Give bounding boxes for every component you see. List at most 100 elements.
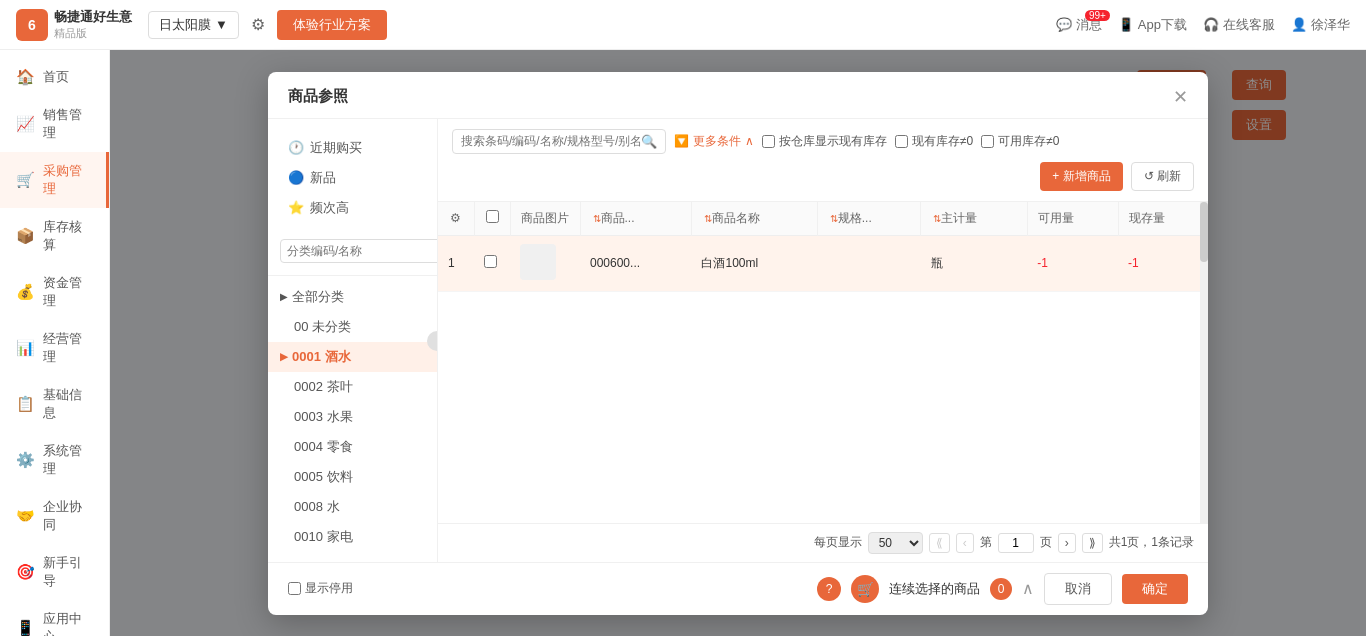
help-icon[interactable]: ? bbox=[817, 577, 841, 601]
frequent-icon: ⭐ bbox=[288, 200, 304, 215]
td-num: 1 bbox=[438, 235, 474, 291]
th-spec: ⇅规格... bbox=[817, 202, 920, 236]
sidebar-item-system[interactable]: ⚙️ 系统管理 bbox=[0, 432, 109, 488]
refresh-button[interactable]: ↺ 刷新 bbox=[1131, 162, 1194, 191]
checkbox-warehouse-label: 按仓库显示现有库存 bbox=[779, 133, 887, 150]
arrow-liquor-icon: ▶ bbox=[280, 351, 288, 362]
cancel-button[interactable]: 取消 bbox=[1044, 573, 1112, 605]
show-disabled-checkbox[interactable]: 显示停用 bbox=[288, 580, 353, 597]
checkbox-available-input[interactable] bbox=[981, 135, 994, 148]
category-all[interactable]: ▶ 全部分类 bbox=[268, 282, 437, 312]
checkbox-warehouse-input[interactable] bbox=[762, 135, 775, 148]
sidebar-item-finance[interactable]: 💰 资金管理 bbox=[0, 264, 109, 320]
selected-count-badge: 0 bbox=[990, 578, 1012, 600]
collapse-footer-button[interactable]: ∧ bbox=[1022, 579, 1034, 598]
td-image bbox=[510, 235, 580, 291]
checkbox-stock-nonzero[interactable]: 现有库存≠0 bbox=[895, 133, 973, 150]
modal-close-button[interactable]: ✕ bbox=[1173, 86, 1188, 108]
category-tea-label: 0002 茶叶 bbox=[294, 378, 353, 396]
table-row[interactable]: 1 000600... 白酒100ml 瓶 bbox=[438, 235, 1208, 291]
cart-button[interactable]: 🛒 bbox=[851, 575, 879, 603]
quick-item-new[interactable]: 🔵 新品 bbox=[280, 163, 425, 193]
store-selector[interactable]: 日太阳膜 ▼ bbox=[148, 11, 239, 39]
product-search-icon[interactable]: 🔍 bbox=[641, 134, 657, 149]
sidebar-item-collab[interactable]: 🤝 企业协同 bbox=[0, 488, 109, 544]
category-appliance-label: 0010 家电 bbox=[294, 528, 353, 546]
sidebar-item-management[interactable]: 📊 经营管理 bbox=[0, 320, 109, 376]
category-unclassified[interactable]: 00 未分类 bbox=[268, 312, 437, 342]
category-beverage[interactable]: 0005 饮料 bbox=[268, 462, 437, 492]
modal-toolbar: 🔍 🔽 更多条件 ∧ 按仓库显示现有库存 bbox=[438, 119, 1208, 202]
user-icon: 👤 bbox=[1291, 17, 1307, 32]
sidebar-label-inventory: 库存核算 bbox=[43, 218, 93, 254]
category-snack[interactable]: 0004 零食 bbox=[268, 432, 437, 462]
home-icon: 🏠 bbox=[16, 68, 35, 86]
sidebar-item-sales[interactable]: 📈 销售管理 bbox=[0, 96, 109, 152]
th-settings: ⚙ bbox=[438, 202, 474, 236]
page-input[interactable] bbox=[998, 533, 1034, 553]
product-table: ⚙ 商品图片 ⇅商品... ⇅商品名称 bbox=[438, 202, 1208, 292]
next-page-button[interactable]: › bbox=[1058, 533, 1076, 553]
messages-button[interactable]: 💬 消息 99+ bbox=[1056, 16, 1102, 34]
quick-item-recent[interactable]: 🕐 近期购买 bbox=[280, 133, 425, 163]
page-end-label: 页 bbox=[1040, 534, 1052, 551]
category-search-input[interactable] bbox=[280, 239, 438, 263]
row-checkbox[interactable] bbox=[484, 255, 497, 268]
total-label: 共1页，1条记录 bbox=[1109, 534, 1194, 551]
gear-icon[interactable]: ⚙ bbox=[251, 15, 265, 34]
prev-page-button[interactable]: ‹ bbox=[956, 533, 974, 553]
pagination-bar: 每页显示 50 10 20 100 ⟪ ‹ 第 页 bbox=[438, 523, 1208, 562]
first-page-button[interactable]: ⟪ bbox=[929, 533, 950, 553]
sidebar-item-inventory[interactable]: 📦 库存核算 bbox=[0, 208, 109, 264]
per-page-label: 每页显示 bbox=[814, 534, 862, 551]
sidebar-item-basic[interactable]: 📋 基础信息 bbox=[0, 376, 109, 432]
sidebar-item-purchase[interactable]: 🛒 采购管理 bbox=[0, 152, 109, 208]
confirm-button[interactable]: 确定 bbox=[1122, 574, 1188, 604]
category-water[interactable]: 0008 水 bbox=[268, 492, 437, 522]
td-stock: -1 bbox=[1118, 235, 1208, 291]
frequent-label: 频次高 bbox=[310, 199, 349, 217]
show-disabled-input[interactable] bbox=[288, 582, 301, 595]
per-page-select[interactable]: 50 10 20 100 bbox=[868, 532, 923, 554]
add-product-button[interactable]: + 新增商品 bbox=[1040, 162, 1122, 191]
category-tea[interactable]: 0002 茶叶 bbox=[268, 372, 437, 402]
chevron-down-icon: ▼ bbox=[215, 17, 228, 32]
app-download-button[interactable]: 📱 App下载 bbox=[1118, 16, 1187, 34]
sidebar-item-guide[interactable]: 🎯 新手引导 bbox=[0, 544, 109, 600]
scroll-bar[interactable] bbox=[1200, 202, 1208, 523]
system-icon: ⚙️ bbox=[16, 451, 35, 469]
category-liquor[interactable]: ▶ 0001 酒水 bbox=[268, 342, 437, 372]
th-available: 可用量 bbox=[1027, 202, 1118, 236]
modal-footer: 显示停用 ? 🛒 连续选择的商品 0 ∧ 取消 确定 bbox=[268, 562, 1208, 615]
sidebar-label-sales: 销售管理 bbox=[43, 106, 93, 142]
trial-button[interactable]: 体验行业方案 bbox=[277, 10, 387, 40]
th-image: 商品图片 bbox=[510, 202, 580, 236]
category-appliance[interactable]: 0010 家电 bbox=[268, 522, 437, 552]
last-page-button[interactable]: ⟫ bbox=[1082, 533, 1103, 553]
filter-label: 更多条件 bbox=[693, 133, 741, 150]
apps-icon: 📱 bbox=[16, 619, 35, 636]
td-spec bbox=[817, 235, 920, 291]
sidebar-item-home[interactable]: 🏠 首页 bbox=[0, 58, 109, 96]
category-fruit[interactable]: 0003 水果 bbox=[268, 402, 437, 432]
modal-right-panel: 🔍 🔽 更多条件 ∧ 按仓库显示现有库存 bbox=[438, 119, 1208, 562]
product-search-input[interactable] bbox=[461, 134, 641, 148]
online-service-button[interactable]: 🎧 在线客服 bbox=[1203, 16, 1275, 34]
user-avatar[interactable]: 👤 徐泽华 bbox=[1291, 16, 1350, 34]
more-filter-button[interactable]: 🔽 更多条件 ∧ bbox=[674, 133, 754, 150]
th-image-label: 商品图片 bbox=[521, 211, 569, 225]
quick-item-frequent[interactable]: ⭐ 频次高 bbox=[280, 193, 425, 223]
checkbox-available-nonzero[interactable]: 可用库存≠0 bbox=[981, 133, 1059, 150]
app-icon: 📱 bbox=[1118, 17, 1134, 32]
modal-title: 商品参照 bbox=[288, 87, 348, 106]
sidebar-item-apps[interactable]: 📱 应用中心 bbox=[0, 600, 109, 636]
checkbox-warehouse[interactable]: 按仓库显示现有库存 bbox=[762, 133, 887, 150]
category-water-label: 0008 水 bbox=[294, 498, 340, 516]
sidebar-label-home: 首页 bbox=[43, 68, 69, 86]
username: 徐泽华 bbox=[1311, 16, 1350, 34]
checkbox-stock-input[interactable] bbox=[895, 135, 908, 148]
select-all-checkbox[interactable] bbox=[486, 210, 499, 223]
modal-overlay: 商品参照 ✕ 🕐 近期购买 🔵 bbox=[110, 50, 1366, 636]
checkbox-stock-label: 现有库存≠0 bbox=[912, 133, 973, 150]
logo-icon: 6 bbox=[16, 9, 48, 41]
